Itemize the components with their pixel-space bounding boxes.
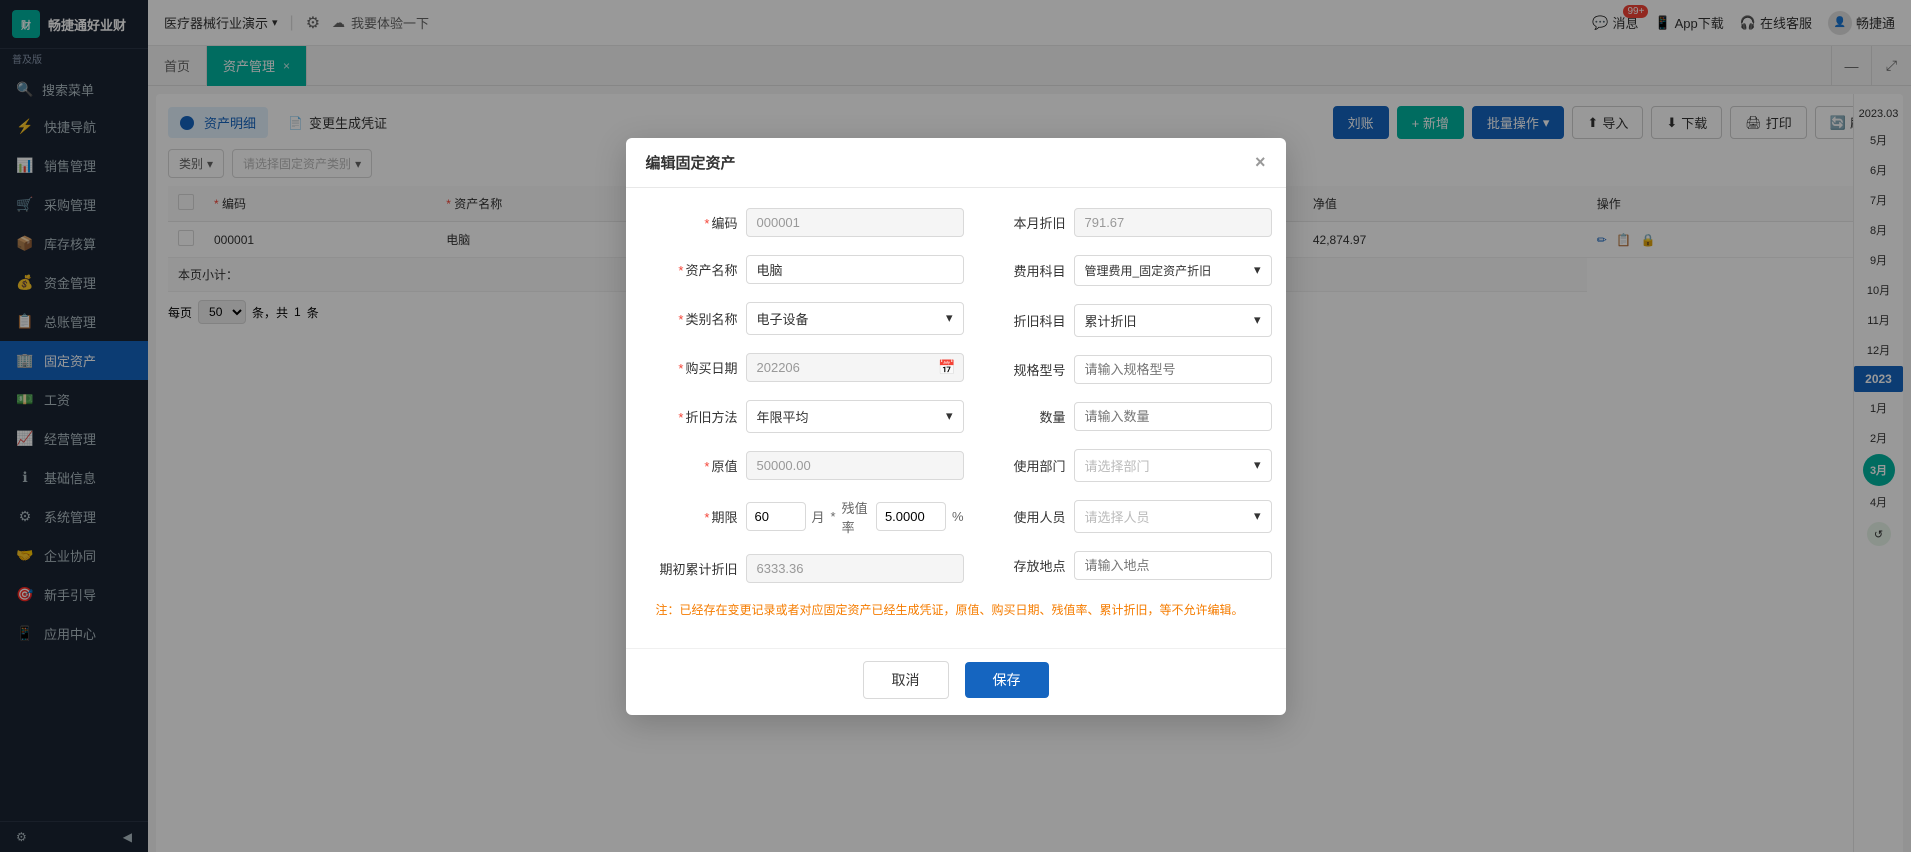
original-value-input[interactable]	[746, 451, 964, 480]
user-select[interactable]: 请选择人员 ▾	[1074, 500, 1272, 533]
purchase-date-input[interactable]	[746, 353, 964, 382]
initial-depreciation-label: 期初累计折旧	[656, 559, 746, 578]
form-group-expense-subject: 费用科目 管理费用_固定资产折旧 ▾	[974, 255, 1282, 286]
period-input[interactable]	[746, 502, 806, 531]
cancel-label: 取消	[892, 672, 920, 688]
modal-note: 注：已经存在变更记录或者对应固定资产已经生成凭证，原值、购买日期、残值率、累计折…	[646, 601, 1266, 628]
initial-depreciation-input[interactable]	[746, 554, 964, 583]
storage-label: 存放地点	[984, 556, 1074, 575]
code-label: *编码	[656, 213, 746, 232]
depreciation-method-chevron-icon: ▾	[946, 408, 953, 424]
asset-name-label: *资产名称	[656, 260, 746, 279]
code-input[interactable]	[746, 208, 964, 237]
purchase-date-wrap: 📅	[746, 353, 964, 382]
form-group-user: 使用人员 请选择人员 ▾	[974, 500, 1282, 533]
save-button[interactable]: 保存	[965, 662, 1049, 698]
form-group-purchase-date: *购买日期 📅	[646, 353, 974, 382]
depreciation-method-label: *折旧方法	[656, 407, 746, 426]
dep-subject-label: 折旧科目	[984, 311, 1074, 330]
form-group-quantity: 数量	[974, 402, 1282, 431]
form-group-original-value: *原值	[646, 451, 974, 480]
dep-subject-select[interactable]: 累计折旧 ▾	[1074, 304, 1272, 337]
user-placeholder: 请选择人员	[1085, 507, 1150, 526]
residual-rate-unit: %	[952, 509, 964, 524]
depreciation-method-value: 年限平均	[757, 407, 809, 426]
monthly-dep-input[interactable]	[1074, 208, 1272, 237]
spec-input[interactable]	[1074, 355, 1272, 384]
quantity-input[interactable]	[1074, 402, 1272, 431]
form-group-department: 使用部门 请选择部门 ▾	[974, 449, 1282, 482]
period-row: 月 * 残值率 %	[746, 498, 964, 536]
modal-title: 编辑固定资产	[646, 152, 736, 173]
department-select[interactable]: 请选择部门 ▾	[1074, 449, 1272, 482]
department-label: 使用部门	[984, 456, 1074, 475]
dep-subject-value: 累计折旧	[1085, 311, 1137, 330]
form-group-monthly-depreciation: 本月折旧	[974, 208, 1282, 237]
period-label: *期限	[656, 507, 746, 526]
department-placeholder: 请选择部门	[1085, 456, 1150, 475]
form-group-dep-subject: 折旧科目 累计折旧 ▾	[974, 304, 1282, 337]
original-value-label: *原值	[656, 456, 746, 475]
save-label: 保存	[993, 672, 1021, 688]
storage-input[interactable]	[1074, 551, 1272, 580]
department-chevron-icon: ▾	[1254, 457, 1261, 473]
user-chevron-icon: ▾	[1254, 508, 1261, 524]
category-value: 电子设备	[757, 309, 809, 328]
form-group-spec: 规格型号	[974, 355, 1282, 384]
residual-rate-input[interactable]	[876, 502, 946, 531]
form-group-depreciation-method: *折旧方法 年限平均 ▾	[646, 400, 974, 433]
user-label: 使用人员	[984, 507, 1074, 526]
modal-close-icon[interactable]: ×	[1255, 153, 1266, 171]
form-group-initial-depreciation: 期初累计折旧	[646, 554, 974, 583]
expense-subject-label: 费用科目	[984, 261, 1074, 280]
spec-label: 规格型号	[984, 360, 1074, 379]
depreciation-method-select[interactable]: 年限平均 ▾	[746, 400, 964, 433]
form-group-period: *期限 月 * 残值率 %	[646, 498, 974, 536]
calendar-icon[interactable]: 📅	[938, 359, 955, 376]
category-chevron-icon: ▾	[946, 310, 953, 326]
modal-header: 编辑固定资产 ×	[626, 138, 1286, 188]
modal-overlay: 编辑固定资产 × *编码 *资产名称	[0, 0, 1911, 852]
purchase-date-label: *购买日期	[656, 358, 746, 377]
quantity-label: 数量	[984, 407, 1074, 426]
cancel-button[interactable]: 取消	[863, 661, 949, 699]
modal-body: *编码 *资产名称 *类别名称	[626, 188, 1286, 648]
edit-asset-modal: 编辑固定资产 × *编码 *资产名称	[626, 138, 1286, 715]
form-group-category: *类别名称 电子设备 ▾	[646, 302, 974, 335]
residual-rate-asterisk: *	[831, 509, 836, 524]
form-grid: *编码 *资产名称 *类别名称	[646, 208, 1266, 601]
monthly-dep-label: 本月折旧	[984, 213, 1074, 232]
form-left: *编码 *资产名称 *类别名称	[646, 208, 974, 601]
asset-name-input[interactable]	[746, 255, 964, 284]
modal-footer: 取消 保存	[626, 648, 1286, 715]
expense-subject-select[interactable]: 管理费用_固定资产折旧 ▾	[1074, 255, 1272, 286]
category-select[interactable]: 电子设备 ▾	[746, 302, 964, 335]
form-group-storage: 存放地点	[974, 551, 1282, 580]
category-name-label: *类别名称	[656, 309, 746, 328]
dep-subject-chevron-icon: ▾	[1254, 312, 1261, 328]
period-unit: 月	[812, 507, 825, 526]
expense-subject-value: 管理费用_固定资产折旧	[1085, 262, 1212, 279]
form-group-code: *编码	[646, 208, 974, 237]
residual-rate-label: 残值率	[842, 498, 870, 536]
form-group-asset-name: *资产名称	[646, 255, 974, 284]
expense-subject-chevron-icon: ▾	[1254, 262, 1261, 278]
form-right: 本月折旧 费用科目 管理费用_固定资产折旧 ▾	[974, 208, 1282, 601]
